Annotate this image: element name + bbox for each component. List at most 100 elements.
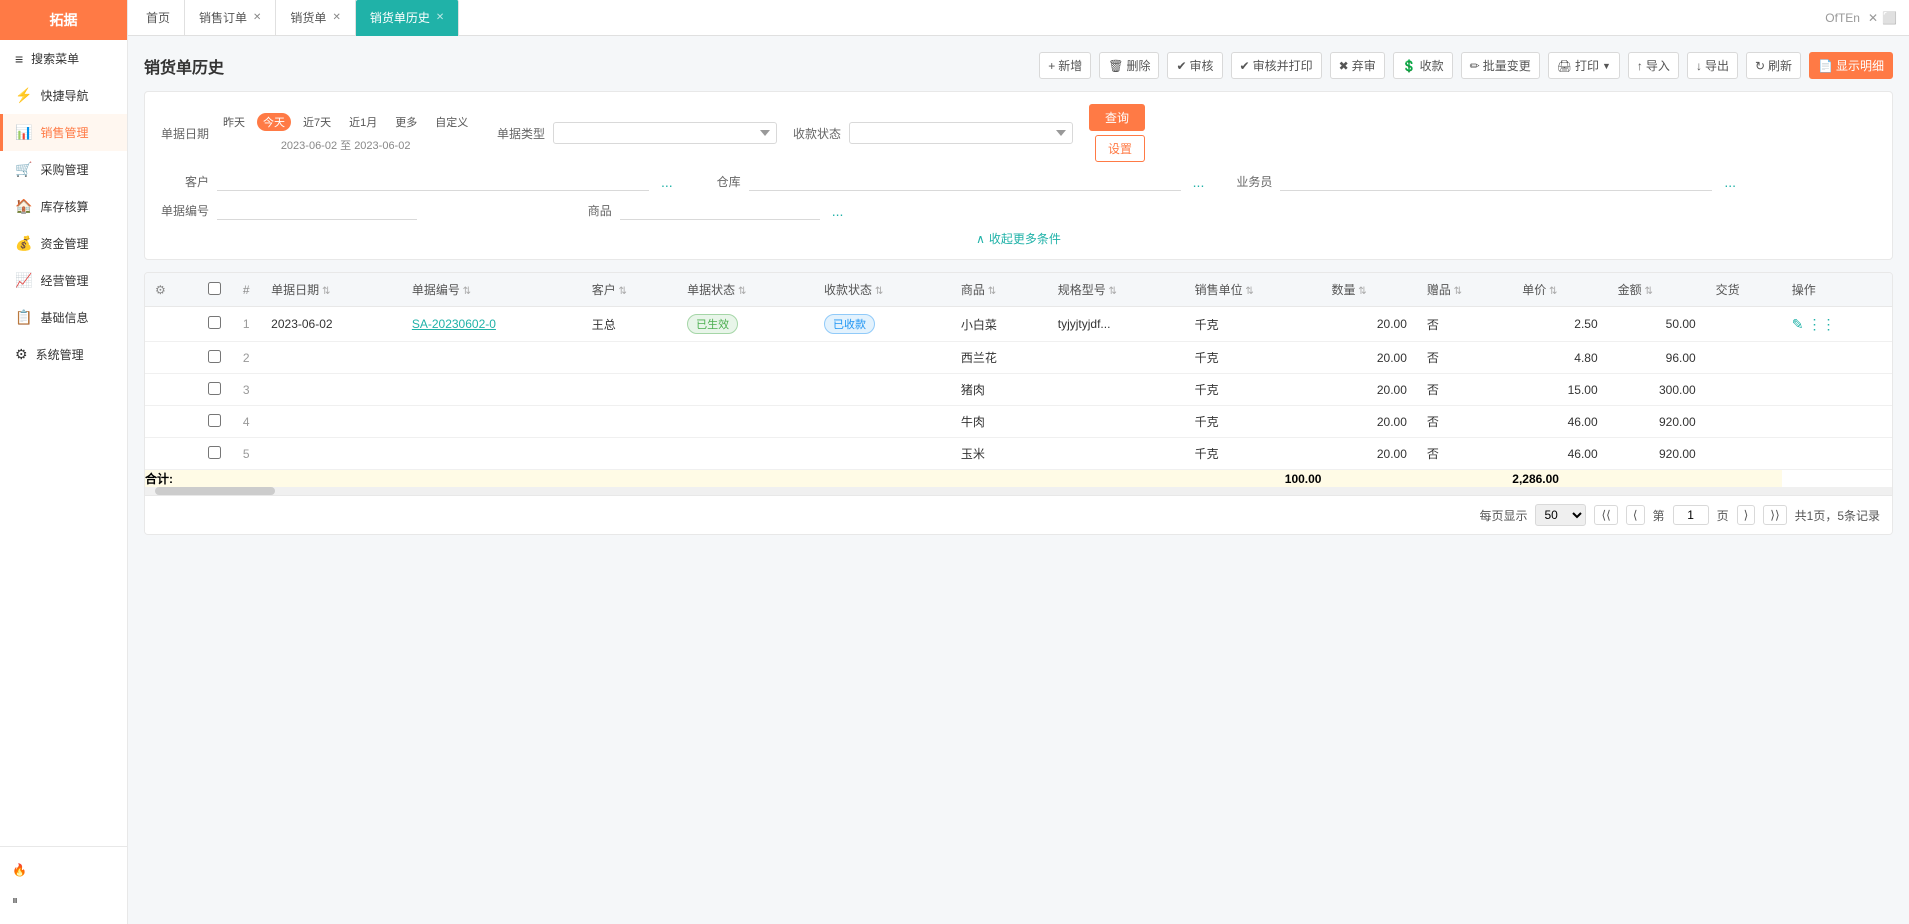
sidebar-item-search-menu[interactable]: ≡ 搜索菜单 (0, 40, 127, 77)
warehouse-ellipsis[interactable]: ... (1189, 174, 1209, 190)
filter-row-2: 客户 ... 仓库 ... 业务员 ... (161, 172, 1876, 191)
row-checkbox[interactable] (198, 406, 231, 438)
row-checkbox[interactable] (198, 342, 231, 374)
row-delivery (1706, 406, 1782, 438)
audit-button[interactable]: ✔ 审核 (1167, 52, 1222, 79)
row-select-checkbox[interactable] (208, 382, 221, 395)
row-doc-no[interactable]: SA-20230602-0 (402, 307, 582, 342)
doc-type-select[interactable] (553, 122, 777, 144)
new-button[interactable]: + 新增 (1039, 52, 1091, 79)
window-close-icon[interactable]: ✕ (1868, 11, 1878, 25)
select-all-checkbox[interactable] (208, 282, 221, 295)
row-select-checkbox[interactable] (208, 414, 221, 427)
row-select-checkbox[interactable] (208, 350, 221, 363)
scrollbar-thumb[interactable] (155, 487, 275, 495)
row-doc-no[interactable] (402, 438, 582, 470)
prev-page-btn[interactable]: ⟨ (1626, 505, 1645, 525)
salesperson-ellipsis[interactable]: ... (1720, 174, 1740, 190)
row-doc-no[interactable] (402, 406, 582, 438)
th-quantity[interactable]: 数量 (1321, 273, 1416, 307)
customer-ellipsis[interactable]: ... (657, 174, 677, 190)
customer-input[interactable] (217, 172, 649, 191)
row-checkbox[interactable] (198, 374, 231, 406)
query-button[interactable]: 查询 (1089, 104, 1145, 131)
date-tab-more[interactable]: 更多 (389, 113, 423, 131)
th-customer[interactable]: 客户 (582, 273, 677, 307)
date-tab-7days[interactable]: 近7天 (297, 113, 337, 131)
th-doc-date[interactable]: 单据日期 (261, 273, 402, 307)
toolbar: + 新增 🗑 删除 ✔ 审核 ✔ 审核并打印 ✖ 弃审 (1039, 52, 1893, 79)
last-page-btn[interactable]: ⟩⟩ (1763, 505, 1786, 525)
window-max-icon[interactable]: ⬜ (1882, 11, 1897, 25)
tab-sales-order-close[interactable]: ✕ (253, 12, 261, 23)
salesperson-input[interactable] (1280, 172, 1712, 191)
abandon-button[interactable]: ✖ 弃审 (1330, 52, 1385, 79)
th-unit-price[interactable]: 单价 (1512, 273, 1607, 307)
audit-print-button[interactable]: ✔ 审核并打印 (1231, 52, 1322, 79)
th-doc-status[interactable]: 单据状态 (677, 273, 814, 307)
batch-change-button[interactable]: ✏ 批量变更 (1461, 52, 1540, 79)
th-amount[interactable]: 金额 (1608, 273, 1706, 307)
goods-input[interactable] (620, 201, 820, 220)
row-checkbox[interactable] (198, 307, 231, 342)
delete-button[interactable]: 🗑 删除 (1099, 52, 1159, 79)
filter-collapse-btn[interactable]: ∧ 收起更多条件 (161, 230, 1876, 247)
sidebar-item-basic-info[interactable]: 📋 基础信息 (0, 299, 127, 336)
sidebar-item-system[interactable]: ⚙ 系统管理 (0, 336, 127, 373)
sidebar-bottom-pause[interactable]: ⏸ (0, 885, 127, 916)
sidebar-item-operations[interactable]: 📈 经营管理 (0, 262, 127, 299)
th-spec[interactable]: 规格型号 (1048, 273, 1185, 307)
print-button[interactable]: 🖨 打印 ▼ (1548, 52, 1620, 79)
sidebar-item-purchase-mgmt[interactable]: 🛒 采购管理 (0, 151, 127, 188)
warehouse-input[interactable] (749, 172, 1181, 191)
date-range-group: 昨天 今天 近7天 近1月 更多 自定义 2023-06-02 至 2023-0… (217, 113, 474, 153)
date-tab-1month[interactable]: 近1月 (343, 113, 383, 131)
import-button[interactable]: ↑ 导入 (1628, 52, 1679, 79)
tab-sales-history-close[interactable]: ✕ (436, 12, 444, 23)
row-select-checkbox[interactable] (208, 446, 221, 459)
payment-status-select[interactable] (849, 122, 1073, 144)
set-button[interactable]: 设置 (1095, 135, 1145, 162)
th-settings[interactable]: ⚙ (145, 273, 198, 307)
date-tab-custom[interactable]: 自定义 (429, 113, 474, 131)
goods-ellipsis[interactable]: ... (828, 203, 848, 219)
th-unit[interactable]: 销售单位 (1185, 273, 1322, 307)
page-size-select[interactable]: 50 20 100 (1535, 504, 1586, 526)
date-tab-yesterday[interactable]: 昨天 (217, 113, 251, 131)
tab-sales-delivery-close[interactable]: ✕ (332, 12, 340, 23)
edit-icon[interactable]: ✎ (1792, 316, 1804, 333)
next-page-btn[interactable]: ⟩ (1737, 505, 1756, 525)
row-select-checkbox[interactable] (208, 316, 221, 329)
sidebar-item-finance[interactable]: 💰 资金管理 (0, 225, 127, 262)
row-unit: 千克 (1185, 406, 1322, 438)
row-doc-no[interactable] (402, 342, 582, 374)
th-checkbox[interactable] (198, 273, 231, 307)
tab-sales-order[interactable]: 销售订单 ✕ (185, 0, 276, 36)
row-doc-status (677, 438, 814, 470)
collect-button[interactable]: 💲 收款 (1393, 52, 1453, 79)
th-goods[interactable]: 商品 (951, 273, 1048, 307)
refresh-button[interactable]: ↻ 刷新 (1746, 52, 1801, 79)
horizontal-scrollbar[interactable] (145, 487, 1892, 495)
sidebar-item-inventory[interactable]: 🏠 库存核算 (0, 188, 127, 225)
sidebar-item-label: 经营管理 (40, 272, 88, 289)
th-doc-no[interactable]: 单据编号 (402, 273, 582, 307)
row-checkbox[interactable] (198, 438, 231, 470)
sidebar-bottom-fire[interactable]: 🔥 (0, 855, 127, 885)
doc-no-input[interactable] (217, 201, 417, 220)
th-gift[interactable]: 赠品 (1417, 273, 1512, 307)
tab-sales-history[interactable]: 销货单历史 ✕ (356, 0, 459, 36)
sidebar-item-quick-nav[interactable]: ⚡ 快捷导航 (0, 77, 127, 114)
sidebar-item-sales-mgmt[interactable]: 📊 销售管理 (0, 114, 127, 151)
row-payment-status (814, 374, 951, 406)
show-detail-button[interactable]: 📄 显示明细 (1809, 52, 1893, 79)
page-input[interactable] (1673, 505, 1709, 525)
date-tab-today[interactable]: 今天 (257, 113, 291, 131)
more-icon[interactable]: ⋮⋮ (1807, 316, 1835, 333)
export-button[interactable]: ↓ 导出 (1687, 52, 1738, 79)
row-doc-no[interactable] (402, 374, 582, 406)
tab-home[interactable]: 首页 (132, 0, 185, 36)
tab-sales-delivery[interactable]: 销货单 ✕ (276, 0, 355, 36)
th-payment-status[interactable]: 收款状态 (814, 273, 951, 307)
first-page-btn[interactable]: ⟨⟨ (1594, 505, 1617, 525)
